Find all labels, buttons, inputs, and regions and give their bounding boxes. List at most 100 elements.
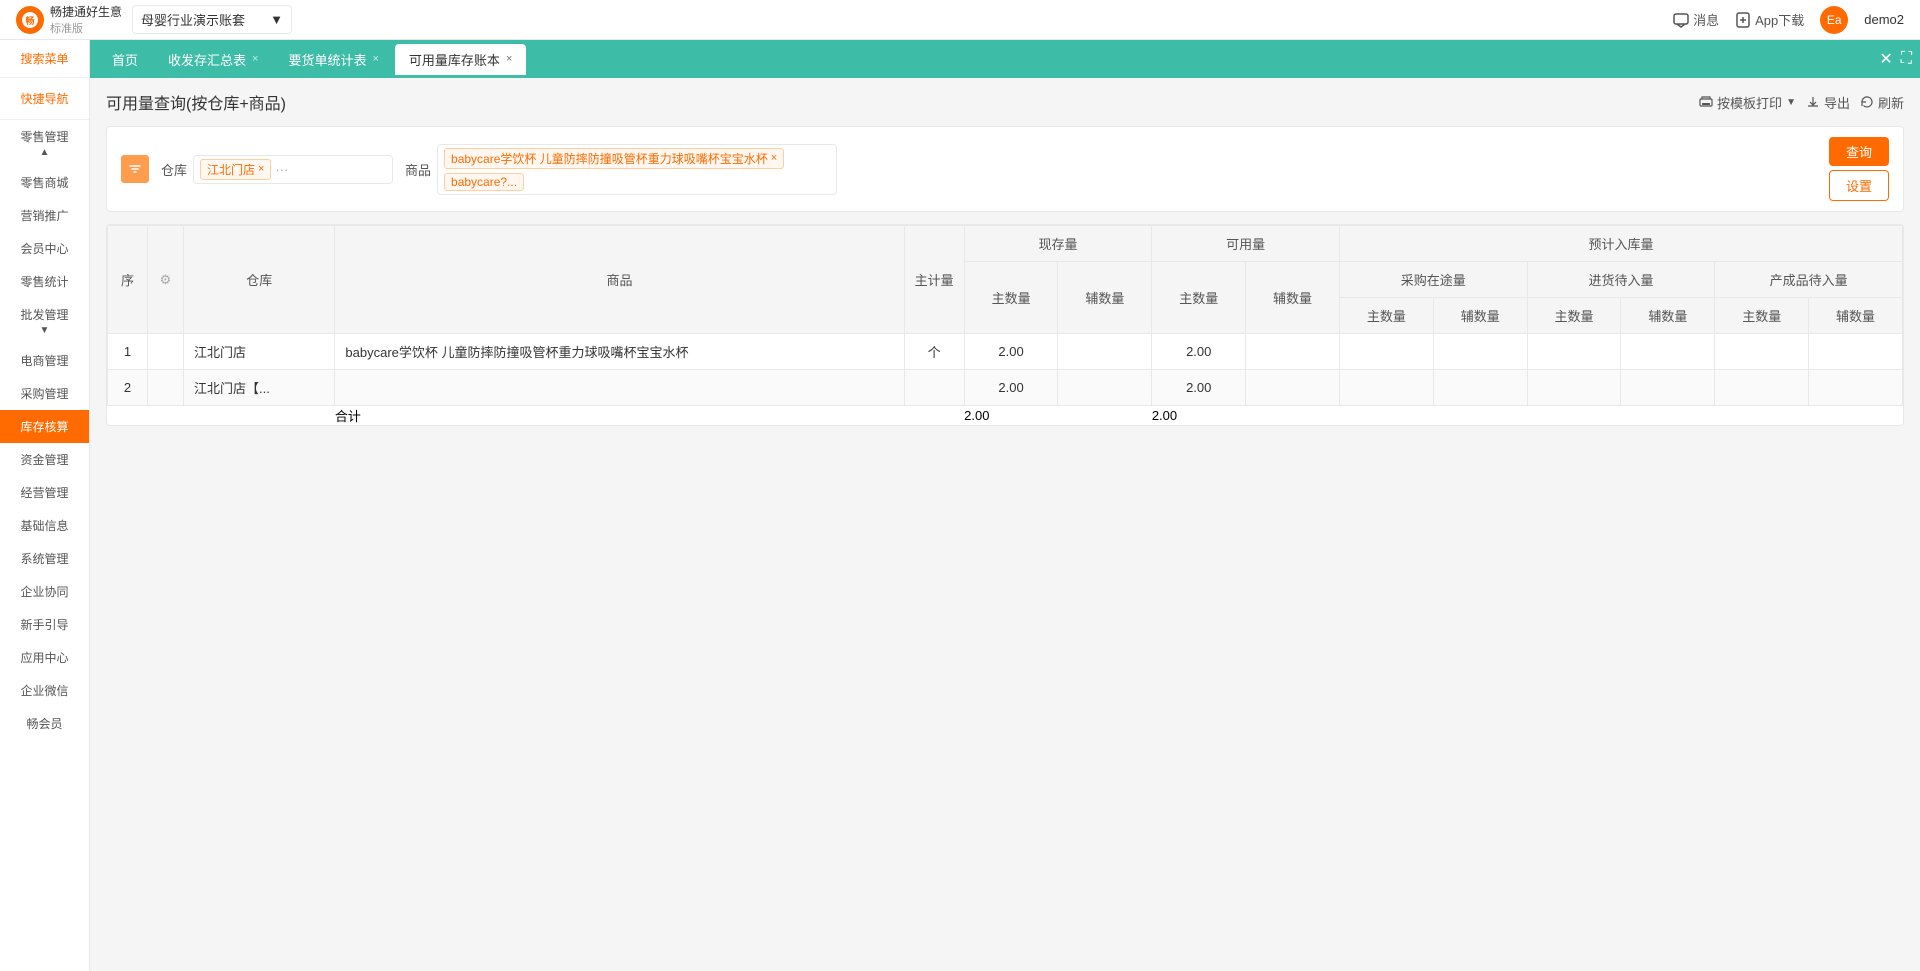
product-tag-1-close[interactable]: × bbox=[771, 152, 777, 164]
sidebar-item-inventory[interactable]: 库存核算 bbox=[0, 410, 89, 443]
sidebar-item-label: 经营管理 bbox=[20, 484, 68, 501]
sidebar-item-ops[interactable]: 经营管理 bbox=[0, 476, 89, 509]
sidebar-item-member[interactable]: 会员中心 bbox=[0, 232, 89, 265]
message-label: 消息 bbox=[1693, 10, 1719, 29]
total-p4 bbox=[1621, 406, 1715, 426]
cell-unit bbox=[904, 370, 964, 406]
sidebar-item-marketing[interactable]: 营销推广 bbox=[0, 199, 89, 232]
cell-purchase-sub bbox=[1433, 370, 1527, 406]
sidebar-item-vip[interactable]: 畅会员 bbox=[0, 707, 89, 740]
filter-actions: 查询 设置 bbox=[1829, 137, 1889, 201]
total-row: 合计 2.00 2.00 bbox=[108, 406, 1903, 426]
sidebar-item-weixin[interactable]: 企业微信 bbox=[0, 674, 89, 707]
warehouse-tags-input[interactable]: 江北门店 × ··· bbox=[193, 155, 393, 184]
cell-settings bbox=[148, 334, 184, 370]
tab-close-icon[interactable]: × bbox=[372, 53, 378, 65]
sidebar-item-label: 系统管理 bbox=[20, 550, 68, 567]
cell-incoming-sub bbox=[1621, 334, 1715, 370]
table-row: 1 江北门店 babycare学饮杯 儿童防摔防撞吸管杯重力球吸嘴杯宝宝水杯 个… bbox=[108, 334, 1903, 370]
sidebar-item-basic[interactable]: 基础信息 bbox=[0, 509, 89, 542]
template-print-label: 按模板打印 bbox=[1717, 93, 1782, 112]
refresh-btn[interactable]: 刷新 bbox=[1860, 93, 1904, 112]
template-print-btn[interactable]: 按模板打印 ▼ bbox=[1699, 93, 1796, 112]
sidebar-item-purchase[interactable]: 采购管理 bbox=[0, 377, 89, 410]
cell-incoming-main bbox=[1527, 370, 1621, 406]
settings-button[interactable]: 设置 bbox=[1829, 170, 1889, 201]
sidebar-item-ecommerce[interactable]: 电商管理 bbox=[0, 344, 89, 377]
tab-available-inventory[interactable]: 可用量库存账本 × bbox=[395, 44, 526, 75]
cell-product: babycare学饮杯 儿童防摔防撞吸管杯重力球吸嘴杯宝宝水杯 bbox=[335, 334, 904, 370]
col-purchase-in-transit: 采购在途量 bbox=[1339, 262, 1527, 298]
avatar[interactable]: Ea bbox=[1820, 6, 1848, 34]
col-settings[interactable]: ⚙ bbox=[148, 226, 184, 334]
tab-bar: 首页 收发存汇总表 × 要货单统计表 × 可用量库存账本 × ✕ ⛶ bbox=[90, 40, 1920, 78]
sidebar-item-finance[interactable]: 资金管理 bbox=[0, 443, 89, 476]
sidebar-item-label: 基础信息 bbox=[20, 517, 68, 534]
warehouse-tag-close[interactable]: × bbox=[258, 163, 264, 175]
col-unit: 主计量 bbox=[904, 226, 964, 334]
col-product: 商品 bbox=[335, 226, 904, 334]
chevron-down-icon: ▼ bbox=[270, 12, 283, 27]
sidebar-item-label: 会员中心 bbox=[20, 240, 68, 257]
product-tag-2: babycare?... bbox=[444, 173, 524, 191]
export-btn[interactable]: 导出 bbox=[1806, 93, 1850, 112]
col-available-group: 可用量 bbox=[1152, 226, 1340, 262]
tab-receive-summary[interactable]: 收发存汇总表 × bbox=[154, 44, 272, 75]
warehouse-more-btn[interactable]: ··· bbox=[275, 162, 288, 177]
main-layout: 搜索菜单 快捷导航 零售管理 ▲ 零售商城 营销推广 会员中心 零售统计 批发管… bbox=[0, 40, 1920, 971]
query-button[interactable]: 查询 bbox=[1829, 137, 1889, 166]
tab-close-icon[interactable]: × bbox=[252, 53, 258, 65]
tab-order-stats[interactable]: 要货单统计表 × bbox=[274, 44, 392, 75]
sidebar-search[interactable]: 搜索菜单 bbox=[0, 40, 89, 78]
cell-avail-sub bbox=[1246, 334, 1340, 370]
cell-index: 1 bbox=[108, 334, 148, 370]
tab-label: 收发存汇总表 bbox=[168, 50, 246, 69]
sidebar-item-system[interactable]: 系统管理 bbox=[0, 542, 89, 575]
logo-text: 畅捷通好生意 bbox=[50, 3, 122, 20]
cell-purchase-sub bbox=[1433, 334, 1527, 370]
total-avail-main: 2.00 bbox=[1152, 406, 1246, 426]
product-tag-1: babycare学饮杯 儿童防摔防撞吸管杯重力球吸嘴杯宝宝水杯 × bbox=[444, 148, 784, 169]
tab-close-all-btn[interactable]: ✕ bbox=[1879, 49, 1892, 69]
sidebar-item-wholesale[interactable]: 批发管理 ▼ bbox=[0, 298, 89, 344]
user-name: demo2 bbox=[1864, 12, 1904, 27]
tab-home-label: 首页 bbox=[112, 50, 138, 69]
total-p5 bbox=[1715, 406, 1809, 426]
cell-index: 2 bbox=[108, 370, 148, 406]
message-btn[interactable]: 消息 bbox=[1673, 10, 1719, 29]
col-purchase-sub: 辅数量 bbox=[1433, 298, 1527, 334]
sidebar-item-retail-stats[interactable]: 零售统计 bbox=[0, 265, 89, 298]
sidebar-item-label: 零售商城 bbox=[20, 174, 68, 191]
industry-selector[interactable]: 母婴行业演示账套 ▼ bbox=[132, 5, 292, 34]
cell-avail-sub bbox=[1246, 370, 1340, 406]
total-p6 bbox=[1809, 406, 1903, 426]
sidebar-item-guide[interactable]: 新手引导 bbox=[0, 608, 89, 641]
col-stock-group: 现存量 bbox=[964, 226, 1152, 262]
col-stock-main: 主数量 bbox=[964, 262, 1058, 334]
sidebar-item-retail-mall[interactable]: 零售商城 bbox=[0, 166, 89, 199]
cell-warehouse: 江北门店【... bbox=[184, 370, 335, 406]
filter-toggle-btn[interactable] bbox=[121, 155, 149, 183]
tab-home[interactable]: 首页 bbox=[98, 44, 152, 75]
top-bar: 畅 畅捷通好生意 标准版 母婴行业演示账套 ▼ 消息 App下载 Ea demo… bbox=[0, 0, 1920, 40]
product-tags-input[interactable]: babycare学饮杯 儿童防摔防撞吸管杯重力球吸嘴杯宝宝水杯 × babyca… bbox=[437, 144, 837, 195]
product-label: 商品 bbox=[405, 160, 431, 179]
sidebar-quick-nav[interactable]: 快捷导航 bbox=[0, 78, 89, 120]
tab-label: 可用量库存账本 bbox=[409, 50, 500, 69]
filter-panel: 仓库 江北门店 × ··· 商品 babycare学饮杯 儿童防摔防撞吸管杯重力… bbox=[106, 126, 1904, 212]
tab-close-icon[interactable]: × bbox=[506, 53, 512, 65]
app-download-btn[interactable]: App下载 bbox=[1735, 10, 1804, 29]
total-p1 bbox=[1339, 406, 1433, 426]
sidebar-item-retail-mgmt[interactable]: 零售管理 ▲ bbox=[0, 120, 89, 166]
sidebar-item-enterprise[interactable]: 企业协同 bbox=[0, 575, 89, 608]
col-purchase-main: 主数量 bbox=[1339, 298, 1433, 334]
total-avail-sub bbox=[1246, 406, 1340, 426]
total-stock-main: 2.00 bbox=[964, 406, 1058, 426]
col-incoming-pending: 进货待入量 bbox=[1527, 262, 1715, 298]
table-container: 序 ⚙ 仓库 商品 主计量 现存量 可用量 预计入库量 主数 bbox=[106, 224, 1904, 426]
tab-expand-btn[interactable]: ⛶ bbox=[1901, 50, 1912, 68]
settings-icon[interactable]: ⚙ bbox=[160, 272, 172, 287]
sidebar-item-appstore[interactable]: 应用中心 bbox=[0, 641, 89, 674]
total-label bbox=[108, 406, 184, 426]
cell-avail-main: 2.00 bbox=[1152, 370, 1246, 406]
